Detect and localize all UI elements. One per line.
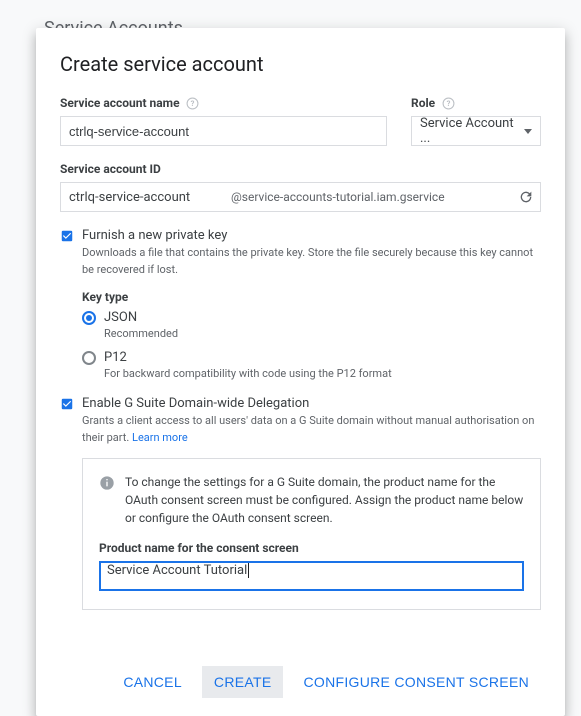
callout-text: To change the settings for a G Suite dom… (125, 473, 524, 527)
role-select[interactable]: Service Account ... (411, 116, 541, 146)
name-label-text: Service account name (60, 96, 180, 110)
service-account-id-field: Service account ID ctrlq-service-account… (60, 162, 541, 212)
info-icon (99, 475, 115, 495)
role-select-value: Service Account ... (420, 116, 524, 146)
create-service-account-dialog: Create service account Service account n… (36, 28, 565, 716)
key-type-group: Key type JSON Recommended P12 For backwa… (82, 290, 541, 380)
service-account-name-field: Service account name ? (60, 96, 387, 146)
key-type-json-desc: Recommended (104, 327, 541, 340)
product-name-label: Product name for the consent screen (99, 541, 524, 555)
role-field: Role ? Service Account ... (411, 96, 541, 146)
key-type-p12-radio[interactable] (82, 351, 96, 365)
id-label: Service account ID (60, 162, 541, 176)
dialog-title: Create service account (60, 52, 541, 76)
cancel-button[interactable]: CANCEL (111, 666, 194, 698)
learn-more-link[interactable]: Learn more (132, 431, 188, 444)
product-name-input[interactable]: Service Account Tutorial (99, 561, 524, 591)
key-type-p12-label: P12 (104, 350, 127, 365)
key-type-label: Key type (82, 290, 541, 304)
create-button[interactable]: CREATE (202, 666, 284, 698)
delegation-desc: Grants a client access to all users' dat… (82, 413, 541, 446)
role-label-text: Role (411, 96, 435, 110)
furnish-key-desc: Downloads a file that contains the priva… (82, 245, 541, 278)
id-input[interactable]: ctrlq-service-account (61, 190, 231, 205)
key-type-json-label: JSON (104, 310, 137, 325)
text-cursor (248, 563, 249, 578)
delegation-label: Enable G Suite Domain-wide Delegation (82, 396, 309, 411)
product-name-value: Service Account Tutorial (107, 563, 247, 578)
refresh-icon[interactable] (512, 189, 540, 205)
consent-callout: To change the settings for a G Suite dom… (82, 458, 541, 610)
dialog-actions: CANCEL CREATE CONFIGURE CONSENT SCREEN (60, 666, 541, 698)
key-type-json-radio[interactable] (82, 311, 96, 325)
delegation-checkbox[interactable] (60, 397, 74, 411)
role-label: Role ? (411, 96, 541, 110)
chevron-down-icon (524, 129, 532, 134)
help-icon[interactable]: ? (441, 96, 455, 110)
key-type-p12-desc: For backward compatibility with code usi… (104, 367, 541, 380)
id-suffix: @service-accounts-tutorial.iam.gservice (231, 190, 512, 204)
svg-text:?: ? (446, 99, 450, 108)
name-input[interactable] (60, 116, 387, 146)
svg-text:?: ? (191, 99, 195, 108)
furnish-key-checkbox[interactable] (60, 229, 74, 243)
name-label: Service account name ? (60, 96, 387, 110)
furnish-key-label: Furnish a new private key (82, 228, 227, 243)
help-icon[interactable]: ? (186, 96, 200, 110)
configure-consent-screen-button[interactable]: CONFIGURE CONSENT SCREEN (291, 666, 541, 698)
